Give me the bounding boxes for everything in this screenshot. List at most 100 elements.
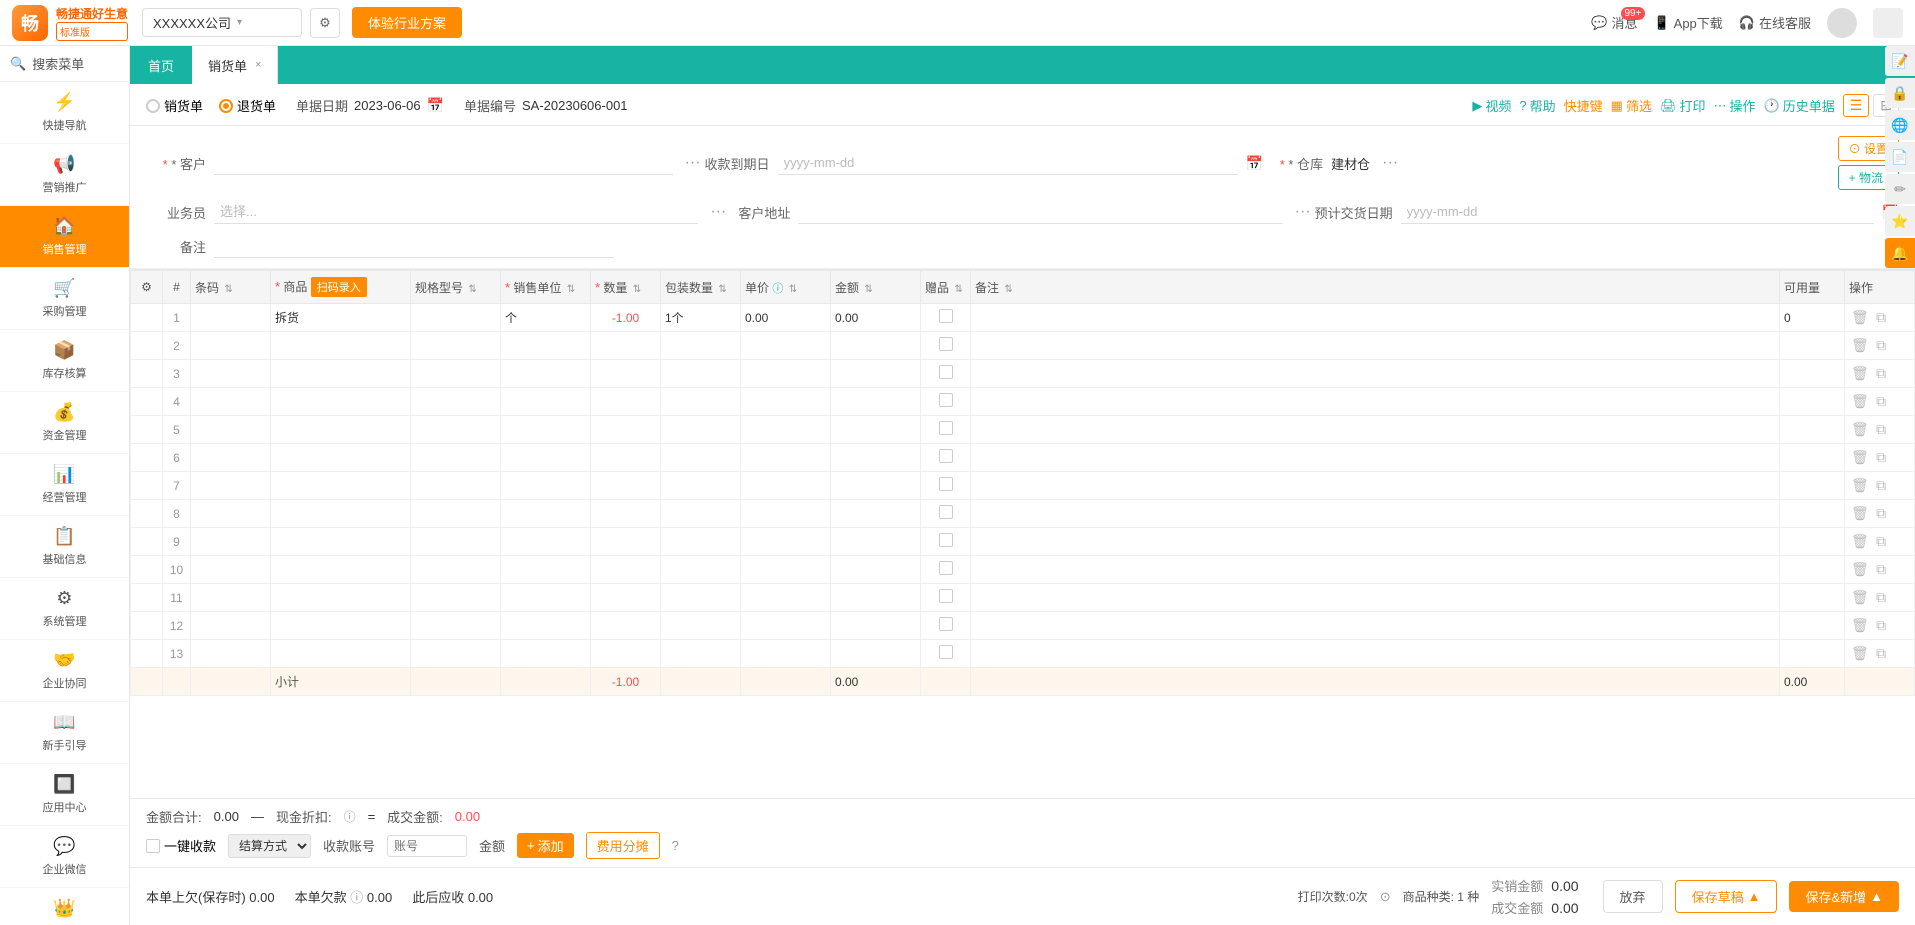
delete-row-6-icon[interactable]: 🗑 xyxy=(1849,477,1871,493)
row-spec-0[interactable] xyxy=(411,304,501,332)
float-notify-button[interactable]: 🔔 xyxy=(1885,238,1915,268)
copy-row-10-icon[interactable]: ⧉ xyxy=(1874,589,1888,605)
row-qty-9[interactable] xyxy=(591,556,661,584)
row-amount-11[interactable] xyxy=(831,612,921,640)
sidebar-item-quick-nav[interactable]: ⚡ 快捷导航 xyxy=(0,82,129,144)
row-qty-2[interactable] xyxy=(591,360,661,388)
copy-row-7-icon[interactable]: ⧉ xyxy=(1874,505,1888,521)
video-button[interactable]: ▶ 视频 xyxy=(1472,96,1511,115)
row-product-2[interactable] xyxy=(271,360,411,388)
row-unit-4[interactable] xyxy=(501,416,591,444)
row-qty-6[interactable] xyxy=(591,472,661,500)
gift-checkbox-4[interactable] xyxy=(939,421,953,435)
row-qty-3[interactable] xyxy=(591,388,661,416)
customer-input[interactable] xyxy=(214,151,673,175)
message-button[interactable]: 💬 消息 99+ xyxy=(1591,13,1637,32)
sort-qty-icon[interactable]: ⇅ xyxy=(633,284,641,295)
user-menu-button[interactable] xyxy=(1873,8,1903,38)
type-sales-radio[interactable]: 销货单 xyxy=(146,96,203,115)
note-input[interactable] xyxy=(214,234,614,258)
row-barcode-7[interactable] xyxy=(191,500,271,528)
sidebar-item-inventory[interactable]: 📦 库存核算 xyxy=(0,330,129,392)
row-spec-1[interactable] xyxy=(411,332,501,360)
gift-checkbox-12[interactable] xyxy=(939,645,953,659)
customer-address-input[interactable] xyxy=(798,200,1282,224)
row-amount-5[interactable] xyxy=(831,444,921,472)
company-selector[interactable]: XXXXXX公司 ▾ xyxy=(142,8,302,37)
filter-button[interactable]: ▦ 筛选 xyxy=(1611,96,1652,115)
row-spec-6[interactable] xyxy=(411,472,501,500)
row-remark-6[interactable] xyxy=(971,472,1780,500)
delete-row-1-icon[interactable]: 🗑 xyxy=(1849,337,1871,353)
customer-dots-button[interactable]: ··· xyxy=(681,155,705,171)
delete-row-7-icon[interactable]: 🗑 xyxy=(1849,505,1871,521)
row-pkg-11[interactable] xyxy=(661,612,741,640)
print-button[interactable]: 🖨 打印 xyxy=(1660,96,1706,115)
row-spec-8[interactable] xyxy=(411,528,501,556)
row-price-9[interactable] xyxy=(741,556,831,584)
delete-row-12-icon[interactable]: 🗑 xyxy=(1849,645,1871,661)
row-remark-11[interactable] xyxy=(971,612,1780,640)
row-pkg-7[interactable] xyxy=(661,500,741,528)
row-gift-10[interactable] xyxy=(921,584,971,612)
gift-checkbox-2[interactable] xyxy=(939,365,953,379)
row-remark-4[interactable] xyxy=(971,416,1780,444)
copy-row-8-icon[interactable]: ⧉ xyxy=(1874,533,1888,549)
row-barcode-5[interactable] xyxy=(191,444,271,472)
row-product-5[interactable] xyxy=(271,444,411,472)
row-gift-11[interactable] xyxy=(921,612,971,640)
row-barcode-6[interactable] xyxy=(191,472,271,500)
row-price-7[interactable] xyxy=(741,500,831,528)
row-amount-3[interactable] xyxy=(831,388,921,416)
delivery-date-input[interactable] xyxy=(1401,200,1874,224)
sidebar-item-purchase[interactable]: 🛒 采购管理 xyxy=(0,268,129,330)
row-amount-4[interactable] xyxy=(831,416,921,444)
row-product-11[interactable] xyxy=(271,612,411,640)
row-gift-3[interactable] xyxy=(921,388,971,416)
row-barcode-9[interactable] xyxy=(191,556,271,584)
row-gift-8[interactable] xyxy=(921,528,971,556)
row-gift-2[interactable] xyxy=(921,360,971,388)
row-spec-7[interactable] xyxy=(411,500,501,528)
sort-spec-icon[interactable]: ⇅ xyxy=(468,284,476,295)
gift-checkbox-6[interactable] xyxy=(939,477,953,491)
row-pkg-12[interactable] xyxy=(661,640,741,668)
sidebar-item-wechat[interactable]: 💬 企业微信 xyxy=(0,826,129,888)
row-unit-3[interactable] xyxy=(501,388,591,416)
copy-row-6-icon[interactable]: ⧉ xyxy=(1874,477,1888,493)
discount-info-icon[interactable]: ⓘ xyxy=(344,808,356,825)
row-amount-6[interactable] xyxy=(831,472,921,500)
row-unit-1[interactable] xyxy=(501,332,591,360)
print-settings-icon[interactable]: ⊙ xyxy=(1380,889,1391,905)
row-pkg-1[interactable] xyxy=(661,332,741,360)
row-unit-12[interactable] xyxy=(501,640,591,668)
row-unit-5[interactable] xyxy=(501,444,591,472)
gift-checkbox-8[interactable] xyxy=(939,533,953,547)
row-pkg-0[interactable]: 1个 xyxy=(661,304,741,332)
row-product-0[interactable]: 拆货 xyxy=(271,304,411,332)
gift-checkbox-0[interactable] xyxy=(939,309,953,323)
row-barcode-2[interactable] xyxy=(191,360,271,388)
online-service-button[interactable]: 🎧 在线客服 xyxy=(1739,13,1811,32)
sort-unit-icon[interactable]: ⇅ xyxy=(567,284,575,295)
row-remark-9[interactable] xyxy=(971,556,1780,584)
copy-row-12-icon[interactable]: ⧉ xyxy=(1874,645,1888,661)
sidebar-item-basics[interactable]: 📋 基础信息 xyxy=(0,516,129,578)
delete-row-2-icon[interactable]: 🗑 xyxy=(1849,365,1871,381)
delete-row-9-icon[interactable]: 🗑 xyxy=(1849,561,1871,577)
trial-button[interactable]: 体验行业方案 xyxy=(352,7,462,38)
gift-checkbox-7[interactable] xyxy=(939,505,953,519)
row-amount-8[interactable] xyxy=(831,528,921,556)
row-pkg-5[interactable] xyxy=(661,444,741,472)
sort-remark-icon[interactable]: ⇅ xyxy=(1004,284,1012,295)
row-price-10[interactable] xyxy=(741,584,831,612)
row-amount-10[interactable] xyxy=(831,584,921,612)
row-spec-10[interactable] xyxy=(411,584,501,612)
search-menu-item[interactable]: 🔍 搜索菜单 xyxy=(0,46,129,82)
warehouse-dots-button[interactable]: ··· xyxy=(1378,155,1402,171)
float-notes-button[interactable]: 📝 xyxy=(1885,46,1915,76)
salesman-dots-button[interactable]: ··· xyxy=(706,204,730,220)
copy-row-5-icon[interactable]: ⧉ xyxy=(1874,449,1888,465)
row-unit-8[interactable] xyxy=(501,528,591,556)
tab-home[interactable]: 首页 xyxy=(130,46,192,84)
